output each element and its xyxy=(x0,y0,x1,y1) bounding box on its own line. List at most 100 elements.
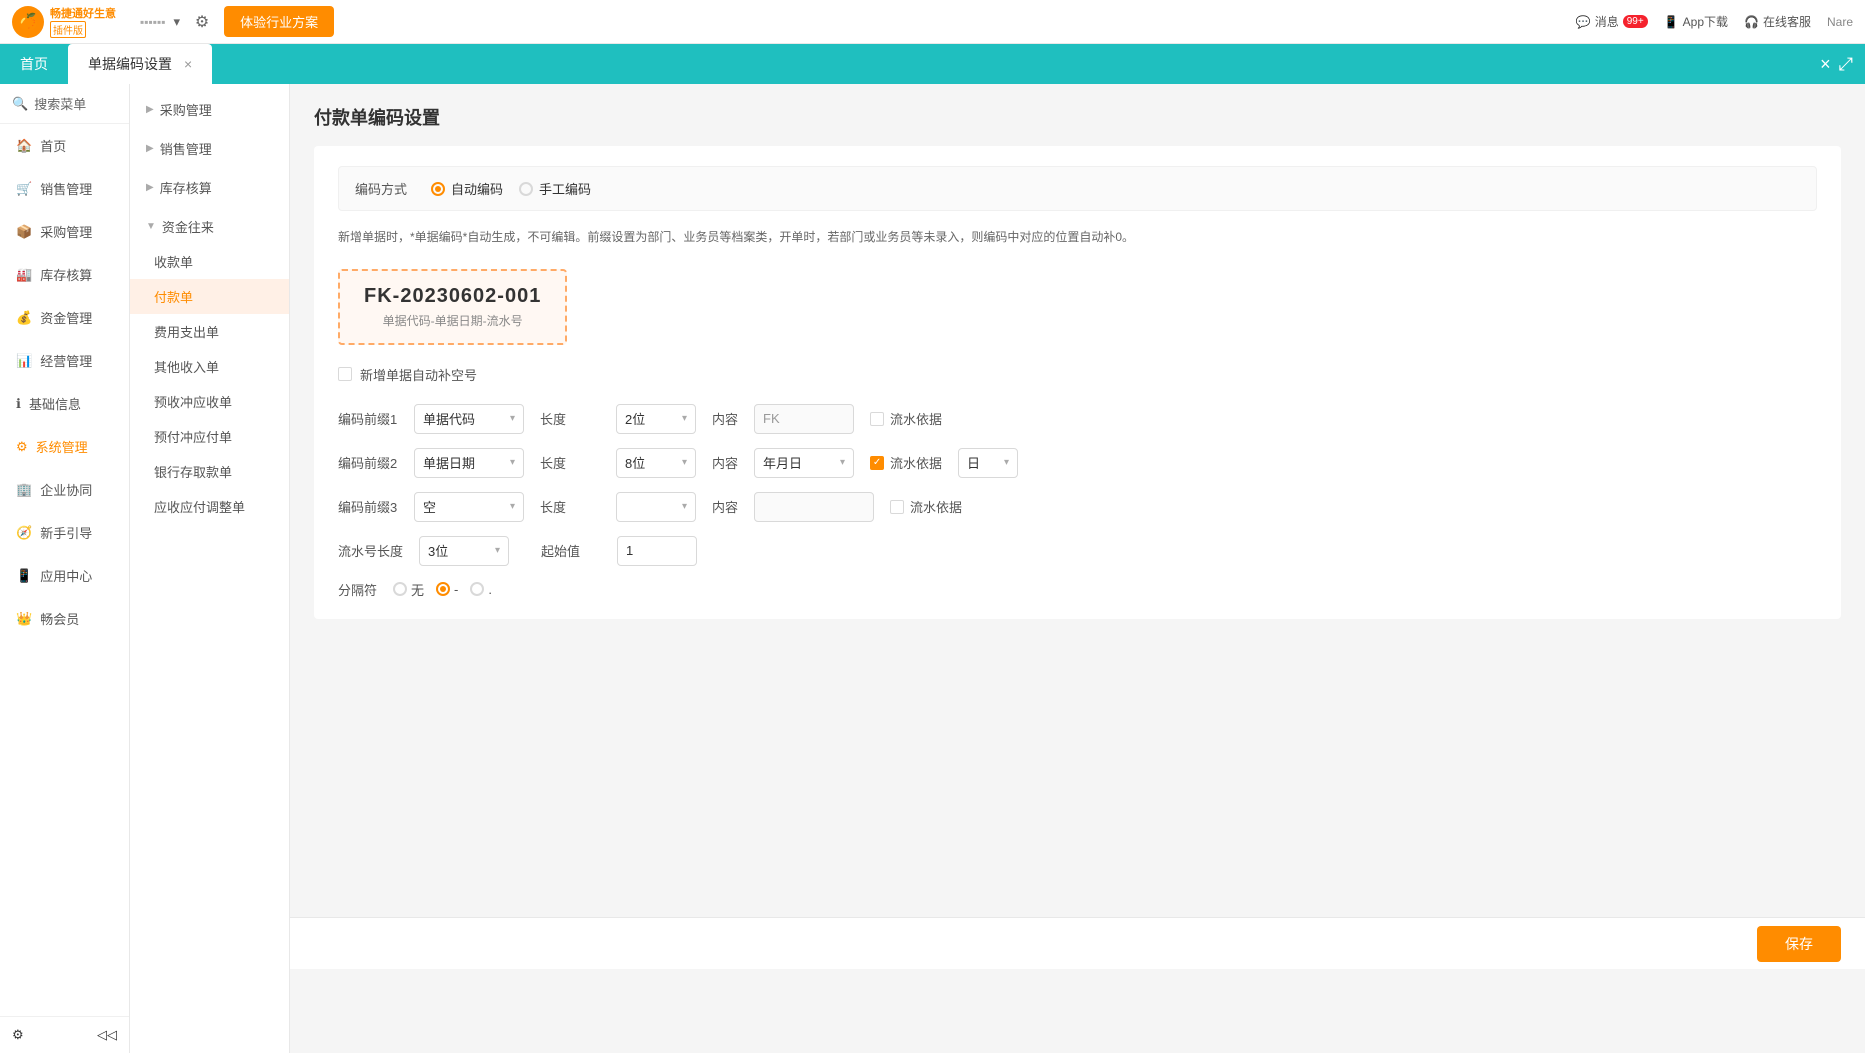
prefix3-serial[interactable]: 流水依据 xyxy=(890,497,962,516)
sidebar-label-finance: 资金管理 xyxy=(40,308,92,327)
save-button[interactable]: 保存 xyxy=(1757,926,1841,962)
auto-encode-label: 自动编码 xyxy=(451,179,503,198)
encoding-method-label: 编码方式 xyxy=(355,179,407,198)
bottom-bar: 保存 xyxy=(290,917,1865,969)
sub-group-inventory-label: 库存核算 xyxy=(160,178,212,197)
sub-group-purchase: ▶ 采购管理 xyxy=(130,92,289,127)
sidebar-label-purchase: 采购管理 xyxy=(40,222,92,241)
expand-window-button[interactable]: ⤢ xyxy=(1839,54,1853,75)
prefix1-select[interactable]: 单据代码 ▾ xyxy=(414,404,524,434)
sep-none-radio[interactable]: 无 xyxy=(393,580,424,599)
prefix3-serial-checkbox[interactable] xyxy=(890,500,904,514)
sidebar-item-guide[interactable]: 🧭 新手引导 xyxy=(0,511,129,554)
prefix2-serial-select[interactable]: 日 ▾ xyxy=(958,448,1018,478)
sales-icon: 🛒 xyxy=(16,181,32,197)
sub-group-purchase-header[interactable]: ▶ 采购管理 xyxy=(130,92,289,127)
system-icon: ⚙ xyxy=(16,439,28,455)
sidebar-search[interactable]: 🔍 搜索菜单 xyxy=(0,84,129,124)
app-download-item[interactable]: 📱 App下载 xyxy=(1664,13,1728,30)
logo-area: 🍊 畅捷通好生意 插件版 xyxy=(12,5,132,38)
sidebar-label-home: 首页 xyxy=(40,136,66,155)
sep-dash-radio[interactable]: - xyxy=(436,582,458,597)
prefix2-serial-label: 流水依据 xyxy=(890,453,942,472)
prefix2-select-value: 单据日期 xyxy=(423,453,475,472)
serial-length-select[interactable]: 3位 ▾ xyxy=(419,536,509,566)
sidebar-item-apps[interactable]: 📱 应用中心 xyxy=(0,554,129,597)
prefix3-label: 编码前缀3 xyxy=(338,497,398,516)
sidebar-item-inventory[interactable]: 🏭 库存核算 xyxy=(0,253,129,296)
message-label: 消息 xyxy=(1595,13,1619,30)
settings-icon[interactable]: ⚙ xyxy=(188,8,216,36)
prefix3-row: 编码前缀3 空 ▾ 长度 ▾ 内容 流水依据 xyxy=(338,492,1817,522)
online-service-item[interactable]: 🎧 在线客服 xyxy=(1744,13,1811,30)
prefix1-length-select[interactable]: 2位 ▾ xyxy=(616,404,696,434)
prefix3-length-arrow: ▾ xyxy=(682,501,687,512)
prefix2-content-select[interactable]: 年月日 ▾ xyxy=(754,448,854,478)
prefix2-serial[interactable]: ✓ 流水依据 xyxy=(870,453,942,472)
dropdown-arrow[interactable]: ▾ xyxy=(174,14,181,30)
sub-item-adjustment[interactable]: 应收应付调整单 xyxy=(130,489,289,524)
auto-encode-radio[interactable]: 自动编码 xyxy=(431,179,503,198)
sidebar-label-member: 畅会员 xyxy=(40,609,79,628)
sidebar-item-system[interactable]: ⚙ 系统管理 xyxy=(0,425,129,468)
preview-desc: 单据代码-单据日期-流水号 xyxy=(364,312,541,329)
basic-info-icon: ℹ xyxy=(16,396,21,412)
prefix2-length-select[interactable]: 8位 ▾ xyxy=(616,448,696,478)
sidebar-search-label: 搜索菜单 xyxy=(34,94,86,113)
prefix3-serial-label: 流水依据 xyxy=(910,497,962,516)
close-window-button[interactable]: × xyxy=(1820,54,1831,75)
sidebar-item-home[interactable]: 🏠 首页 xyxy=(0,124,129,167)
sep-dot-radio[interactable]: . xyxy=(470,582,492,597)
prefix1-serial-checkbox[interactable] xyxy=(870,412,884,426)
sidebar-item-member[interactable]: 👑 畅会员 xyxy=(0,597,129,640)
sub-item-receipt[interactable]: 收款单 xyxy=(130,244,289,279)
trial-button[interactable]: 体验行业方案 xyxy=(224,6,334,37)
sub-item-expense[interactable]: 费用支出单 xyxy=(130,314,289,349)
prefix3-select[interactable]: 空 ▾ xyxy=(414,492,524,522)
sidebar-item-sales[interactable]: 🛒 销售管理 xyxy=(0,167,129,210)
prefix3-select-value: 空 xyxy=(423,497,436,516)
topbar: 🍊 畅捷通好生意 插件版 ▪▪▪▪▪▪ ▾ ⚙ 体验行业方案 💬 消息 99+ … xyxy=(0,0,1865,44)
sub-group-sales-label: 销售管理 xyxy=(160,139,212,158)
auto-fill-checkbox[interactable] xyxy=(338,367,352,381)
prefix3-content-label: 内容 xyxy=(712,497,738,516)
sidebar-item-enterprise[interactable]: 🏢 企业协同 xyxy=(0,468,129,511)
prefix2-select[interactable]: 单据日期 ▾ xyxy=(414,448,524,478)
search-icon: 🔍 xyxy=(12,96,28,112)
prefix2-serial-select-arrow: ▾ xyxy=(1004,457,1009,468)
headset-icon: 🎧 xyxy=(1744,15,1759,29)
sub-item-prepaid-receivable[interactable]: 预收冲应收单 xyxy=(130,384,289,419)
prefix1-serial[interactable]: 流水依据 xyxy=(870,409,942,428)
manual-encode-radio[interactable]: 手工编码 xyxy=(519,179,591,198)
sub-group-fund-header[interactable]: ▼ 资金往来 xyxy=(130,209,289,244)
tab-home[interactable]: 首页 xyxy=(0,44,68,84)
start-value-input[interactable]: 1 xyxy=(617,536,697,566)
preview-box: FK-20230602-001 单据代码-单据日期-流水号 xyxy=(338,269,567,345)
tab-encoding-settings[interactable]: 单据编码设置 × xyxy=(68,44,212,84)
phone-icon: 📱 xyxy=(1664,15,1679,29)
sub-group-inventory-header[interactable]: ▶ 库存核算 xyxy=(130,170,289,205)
prefix3-select-arrow: ▾ xyxy=(510,501,515,512)
topbar-left: 🍊 畅捷通好生意 插件版 ▪▪▪▪▪▪ ▾ ⚙ 体验行业方案 xyxy=(12,5,334,38)
sub-item-prepaid-payable[interactable]: 预付冲应付单 xyxy=(130,419,289,454)
prefix3-length-select[interactable]: ▾ xyxy=(616,492,696,522)
sub-item-other-income[interactable]: 其他收入单 xyxy=(130,349,289,384)
sidebar-item-operations[interactable]: 📊 经营管理 xyxy=(0,339,129,382)
sidebar-label-operations: 经营管理 xyxy=(40,351,92,370)
message-badge: 99+ xyxy=(1623,15,1648,28)
sidebar-item-basic-info[interactable]: ℹ 基础信息 xyxy=(0,382,129,425)
prefix2-length-label: 长度 xyxy=(540,453,600,472)
serial-length-row: 流水号长度 3位 ▾ 起始值 1 xyxy=(338,536,1817,566)
tab-encoding-settings-label: 单据编码设置 xyxy=(88,54,172,74)
prefix2-serial-checkbox[interactable]: ✓ xyxy=(870,456,884,470)
sidebar-item-finance[interactable]: 💰 资金管理 xyxy=(0,296,129,339)
message-item[interactable]: 💬 消息 99+ xyxy=(1576,13,1648,30)
sub-item-bank[interactable]: 银行存取款单 xyxy=(130,454,289,489)
purchase-icon: 📦 xyxy=(16,224,32,240)
prefix1-row: 编码前缀1 单据代码 ▾ 长度 2位 ▾ 内容 FK 流水依据 xyxy=(338,404,1817,434)
sub-item-payment[interactable]: 付款单 xyxy=(130,279,289,314)
auto-fill-row: 新增单据自动补空号 xyxy=(338,365,1817,384)
sidebar-item-purchase[interactable]: 📦 采购管理 xyxy=(0,210,129,253)
sub-group-sales-header[interactable]: ▶ 销售管理 xyxy=(130,131,289,166)
tab-close-icon[interactable]: × xyxy=(184,56,192,72)
